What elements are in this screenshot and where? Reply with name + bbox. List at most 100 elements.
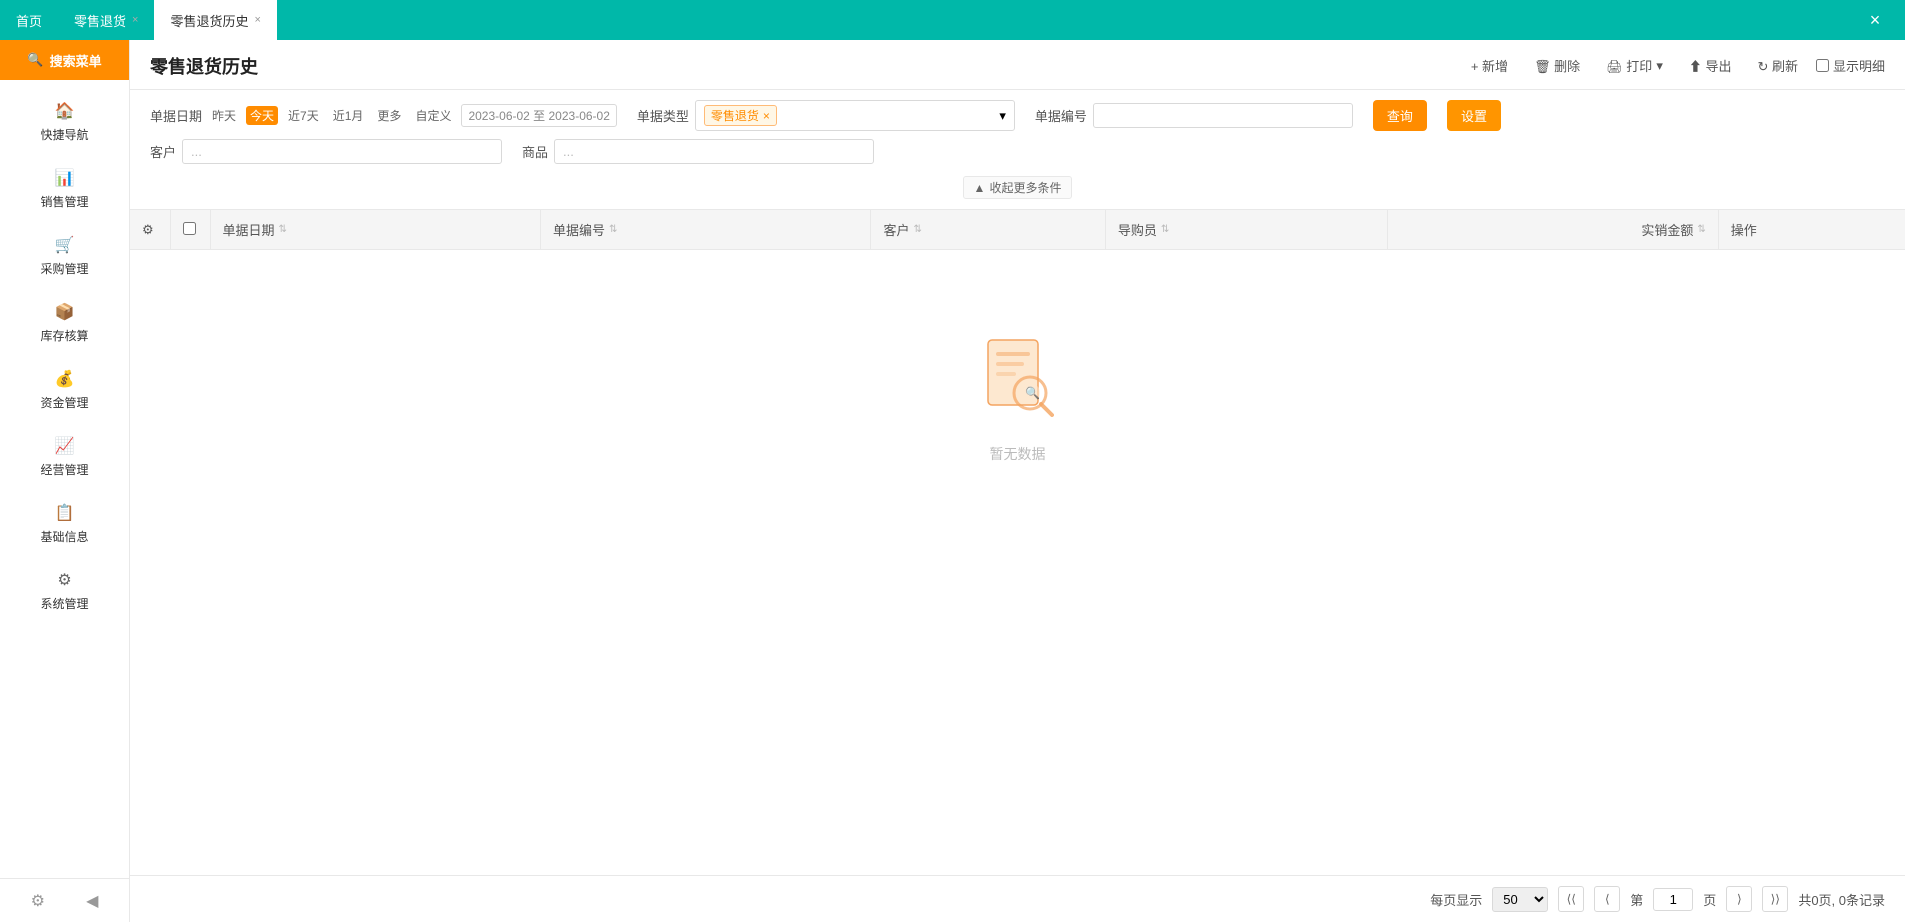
th-number-sort[interactable]: 单据编号 ⇅ <box>553 220 858 239</box>
sidebar-item-6[interactable]: 📋 基础信息 <box>0 490 129 557</box>
settings-button[interactable]: 设置 <box>1447 100 1501 131</box>
data-table: ⚙ 单据日期 ⇅ 单据编号 <box>130 210 1905 544</box>
th-date-sort[interactable]: 单据日期 ⇅ <box>223 220 528 239</box>
page-title-row: 零售退货历史 + 新增 🗑 删除 🖨 打印 ▾ ⬆ 导出 <box>150 52 1885 79</box>
th-amount-label: 实销金额 <box>1641 220 1693 239</box>
collapse-sidebar-icon[interactable]: ◀ <box>86 891 98 911</box>
top-bar-right: × <box>1861 6 1905 34</box>
sidebar-search-label: 搜索菜单 <box>50 51 102 70</box>
page-size-label: 每页显示 <box>1430 890 1482 909</box>
sidebar-item-3[interactable]: 📦 库存核算 <box>0 289 129 356</box>
sidebar-label-5: 经营管理 <box>40 461 88 478</box>
date-sort-icon: ⇅ <box>279 224 287 235</box>
filter-row-1: 单据日期 昨天 今天 近7天 近1月 更多 自定义 2023-06-02 至 2… <box>150 100 1885 131</box>
type-tag: 零售退货 × <box>704 105 777 126</box>
number-sort-icon: ⇅ <box>609 224 617 235</box>
date-shortcut-custom[interactable]: 自定义 <box>411 106 455 125</box>
sidebar-bottom: ⚙ ◀ <box>0 878 129 922</box>
th-amount-sort[interactable]: 实销金额 ⇅ <box>1400 220 1705 239</box>
print-button[interactable]: 🖨 打印 ▾ <box>1598 52 1671 79</box>
tab-首页[interactable]: 首页 <box>0 0 58 40</box>
date-shortcut-yesterday[interactable]: 昨天 <box>208 106 240 125</box>
main-layout: 🔍 搜索菜单 🏠 快捷导航 📊 销售管理 🛒 采购管理 📦 库存核算 💰 资金管… <box>0 40 1905 922</box>
window-close-button[interactable]: × <box>1861 6 1889 34</box>
tab-close-icon[interactable]: × <box>254 14 260 26</box>
table-body: 🔍 暂无数据 <box>130 250 1905 545</box>
customer-filter: 客户 ... <box>150 139 502 164</box>
refresh-label: ↻ 刷新 <box>1757 56 1798 75</box>
top-bar: 首页零售退货×零售退货历史× × <box>0 0 1905 40</box>
empty-illustration: 🔍 <box>968 330 1068 430</box>
settings-table-icon[interactable]: ⚙ <box>142 222 154 237</box>
page-size-select[interactable]: 50 100 200 <box>1492 887 1548 912</box>
page-prev-button[interactable]: ⟨ <box>1594 886 1620 912</box>
date-shortcut-today[interactable]: 今天 <box>246 106 278 125</box>
date-shortcut-7days[interactable]: 近7天 <box>284 106 323 125</box>
customer-sort-icon: ⇅ <box>913 224 921 235</box>
refresh-button[interactable]: ↻ 刷新 <box>1749 52 1806 79</box>
collapse-up-icon: ▲ <box>974 181 986 195</box>
goods-filter-label: 商品 <box>522 142 548 161</box>
customer-filter-select[interactable]: ... <box>182 139 502 164</box>
date-shortcut-more[interactable]: 更多 <box>373 106 405 125</box>
tab-list: 首页零售退货×零售退货历史× <box>0 0 1861 40</box>
sidebar-icon-6: 📋 <box>54 502 76 524</box>
sidebar-search-button[interactable]: 🔍 搜索菜单 <box>0 40 129 80</box>
sidebar-label-4: 资金管理 <box>40 394 88 411</box>
date-range-value: 2023-06-02 至 2023-06-02 <box>468 109 609 123</box>
date-filter: 单据日期 昨天 今天 近7天 近1月 更多 自定义 2023-06-02 至 2… <box>150 104 617 127</box>
sidebar-icon-0: 🏠 <box>54 100 76 122</box>
guide-sort-icon: ⇅ <box>1161 224 1169 235</box>
page-unit: 页 <box>1703 890 1716 909</box>
empty-row: 🔍 暂无数据 <box>130 250 1905 545</box>
query-button[interactable]: 查询 <box>1373 100 1427 131</box>
sidebar-item-2[interactable]: 🛒 采购管理 <box>0 222 129 289</box>
settings-bottom-icon[interactable]: ⚙ <box>31 891 45 911</box>
sidebar-item-5[interactable]: 📈 经营管理 <box>0 423 129 490</box>
tab-零售退货历史[interactable]: 零售退货历史× <box>154 0 276 40</box>
goods-filter-select[interactable]: ... <box>554 139 874 164</box>
collapse-filter-label: 收起更多条件 <box>989 179 1061 196</box>
th-guide-sort[interactable]: 导购员 ⇅ <box>1118 220 1375 239</box>
filter-row-2: 客户 ... 商品 ... <box>150 139 1885 164</box>
type-tag-close-icon[interactable]: × <box>763 109 770 123</box>
date-range-input[interactable]: 2023-06-02 至 2023-06-02 <box>461 104 616 127</box>
print-label: 🖨 打印 <box>1606 56 1652 75</box>
collapse-filter-button[interactable]: ▲ 收起更多条件 <box>963 176 1073 199</box>
goods-placeholder: ... <box>563 144 574 159</box>
th-date: 单据日期 ⇅ <box>210 210 540 250</box>
page-first-button[interactable]: ⟨⟨ <box>1558 886 1584 912</box>
sidebar-item-4[interactable]: 💰 资金管理 <box>0 356 129 423</box>
tab-close-icon[interactable]: × <box>132 14 138 26</box>
display-detail-checkbox[interactable]: 显示明细 <box>1816 56 1885 75</box>
table-header-row: ⚙ 单据日期 ⇅ 单据编号 <box>130 210 1905 250</box>
type-filter-select[interactable]: 零售退货 × ▾ <box>695 100 1015 131</box>
page-last-button[interactable]: ⟩⟩ <box>1762 886 1788 912</box>
display-detail-check[interactable] <box>1816 59 1829 72</box>
sidebar-label-2: 采购管理 <box>40 260 88 277</box>
th-customer-sort[interactable]: 客户 ⇅ <box>883 220 1092 239</box>
delete-button[interactable]: 🗑 删除 <box>1526 52 1588 79</box>
sidebar-item-7[interactable]: ⚙ 系统管理 <box>0 557 129 624</box>
new-button[interactable]: + 新增 <box>1463 52 1516 79</box>
page-title: 零售退货历史 <box>150 53 258 79</box>
tab-零售退货[interactable]: 零售退货× <box>58 0 154 40</box>
number-filter: 单据编号 <box>1035 103 1353 128</box>
page-next-button[interactable]: ⟩ <box>1726 886 1752 912</box>
date-shortcuts: 昨天 今天 近7天 近1月 更多 自定义 <box>208 106 455 125</box>
export-button[interactable]: ⬆ 导出 <box>1681 52 1740 79</box>
th-actions: 操作 <box>1718 210 1905 250</box>
select-all-checkbox[interactable] <box>183 222 196 235</box>
th-checkbox <box>170 210 210 250</box>
sidebar-item-1[interactable]: 📊 销售管理 <box>0 155 129 222</box>
number-filter-input[interactable] <box>1093 103 1353 128</box>
th-date-label: 单据日期 <box>223 220 275 239</box>
date-shortcut-1month[interactable]: 近1月 <box>329 106 368 125</box>
page-number-input[interactable] <box>1653 888 1693 911</box>
th-settings: ⚙ <box>130 210 170 250</box>
th-guide-label: 导购员 <box>1118 220 1157 239</box>
th-number-label: 单据编号 <box>553 220 605 239</box>
table-container: ⚙ 单据日期 ⇅ 单据编号 <box>130 210 1905 875</box>
number-filter-label: 单据编号 <box>1035 106 1087 125</box>
sidebar-item-0[interactable]: 🏠 快捷导航 <box>0 88 129 155</box>
